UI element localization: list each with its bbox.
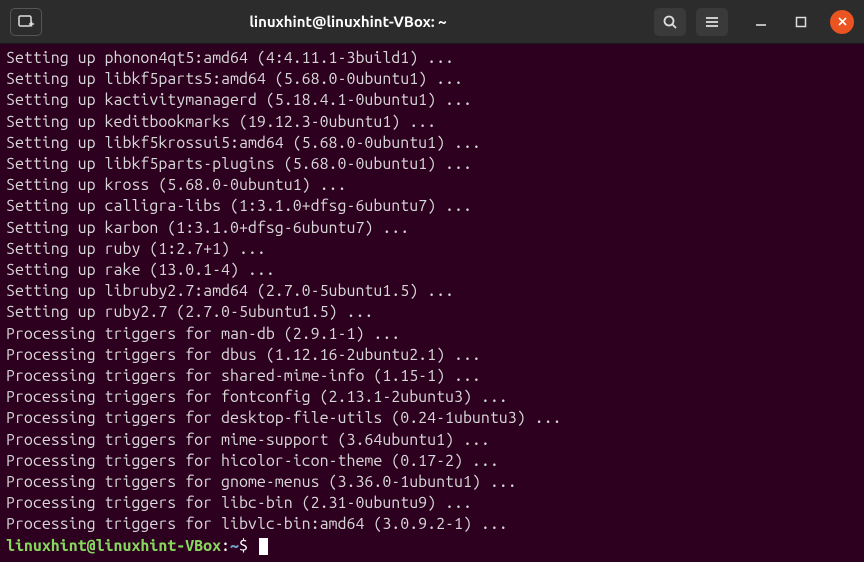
output-line: Setting up rake (13.0.1-4) ...	[6, 260, 858, 281]
titlebar-left	[10, 8, 42, 36]
output-line: Processing triggers for hicolor-icon-the…	[6, 451, 858, 472]
output-line: Setting up ruby2.7 (2.7.0-5ubuntu1.5) ..…	[6, 302, 858, 323]
titlebar-right	[654, 8, 854, 36]
cursor	[259, 538, 268, 555]
output-line: Processing triggers for shared-mime-info…	[6, 366, 858, 387]
prompt-path: ~	[230, 537, 239, 555]
new-tab-icon	[17, 13, 35, 31]
output-line: Setting up libkf5parts-plugins (5.68.0-0…	[6, 154, 858, 175]
output-line: Setting up ruby (1:2.7+1) ...	[6, 239, 858, 260]
prompt-colon: :	[221, 537, 230, 555]
output-line: Processing triggers for mime-support (3.…	[6, 430, 858, 451]
output-line: Processing triggers for libc-bin (2.31-0…	[6, 493, 858, 514]
maximize-button[interactable]	[790, 11, 812, 33]
output-line: Setting up libruby2.7:amd64 (2.7.0-5ubun…	[6, 281, 858, 302]
output-line: Setting up karbon (1:3.1.0+dfsg-6ubuntu7…	[6, 218, 858, 239]
prompt-user-host: linuxhint@linuxhint-VBox	[6, 537, 221, 555]
output-line: Processing triggers for dbus (1.12.16-2u…	[6, 345, 858, 366]
window-title: linuxhint@linuxhint-VBox: ~	[48, 13, 648, 30]
search-icon	[662, 14, 678, 30]
close-button[interactable]	[830, 10, 854, 34]
output-line: Setting up kross (5.68.0-0ubuntu1) ...	[6, 175, 858, 196]
output-line: Setting up libkf5krossui5:amd64 (5.68.0-…	[6, 133, 858, 154]
close-icon	[837, 16, 848, 27]
output-line: Setting up kactivitymanagerd (5.18.4.1-0…	[6, 90, 858, 111]
output-line: Setting up keditbookmarks (19.12.3-0ubun…	[6, 112, 858, 133]
titlebar: linuxhint@linuxhint-VBox: ~	[0, 0, 864, 44]
hamburger-icon	[704, 14, 720, 30]
minimize-icon	[755, 16, 767, 28]
output-line: Processing triggers for desktop-file-uti…	[6, 408, 858, 429]
output-line: Setting up phonon4qt5:amd64 (4:4.11.1-3b…	[6, 48, 858, 69]
prompt-dollar: $	[239, 537, 248, 555]
output-line: Setting up calligra-libs (1:3.1.0+dfsg-6…	[6, 196, 858, 217]
output-line: Processing triggers for libvlc-bin:amd64…	[6, 514, 858, 535]
minimize-button[interactable]	[750, 11, 772, 33]
menu-button[interactable]	[696, 8, 728, 36]
output-line: Processing triggers for gnome-menus (3.3…	[6, 472, 858, 493]
output-line: Processing triggers for man-db (2.9.1-1)…	[6, 324, 858, 345]
window-controls	[750, 10, 854, 34]
output-line: Processing triggers for fontconfig (2.13…	[6, 387, 858, 408]
search-button[interactable]	[654, 8, 686, 36]
new-tab-button[interactable]	[10, 8, 42, 36]
terminal-window: linuxhint@linuxhint-VBox: ~	[0, 0, 864, 562]
prompt-line: linuxhint@linuxhint-VBox:~$	[6, 536, 858, 557]
terminal-body[interactable]: Setting up phonon4qt5:amd64 (4:4.11.1-3b…	[0, 44, 864, 562]
output-line: Setting up libkf5parts5:amd64 (5.68.0-0u…	[6, 69, 858, 90]
maximize-icon	[795, 16, 807, 28]
